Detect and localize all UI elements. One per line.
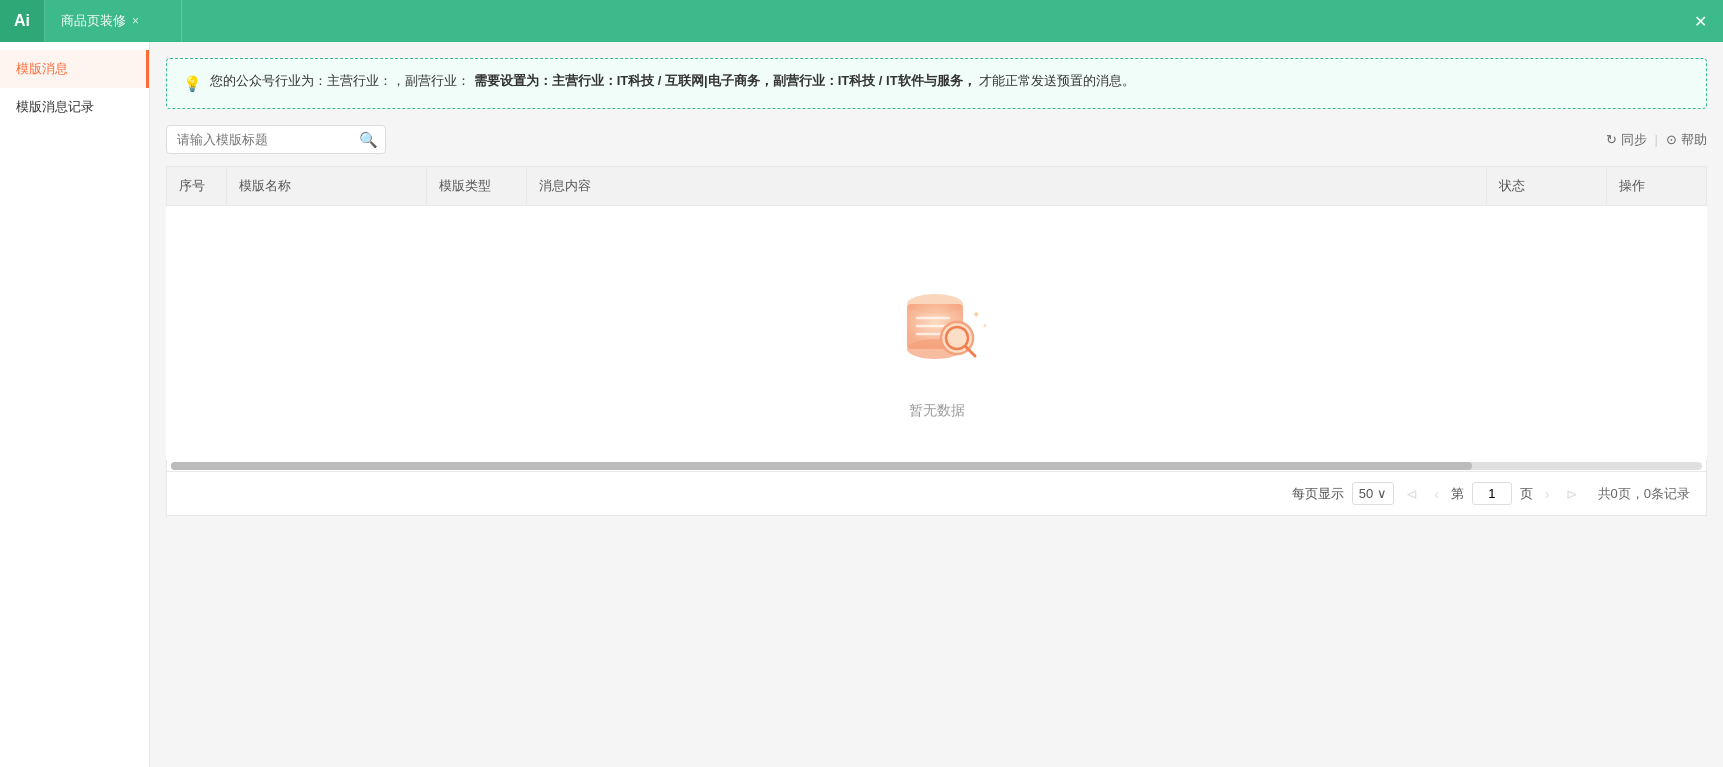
help-label: 帮助 [1681, 131, 1707, 149]
search-input[interactable] [166, 125, 386, 154]
last-page-button[interactable]: ⊳ [1562, 484, 1582, 504]
search-right: ↻ 同步 | ⊙ 帮助 [1606, 131, 1707, 149]
tab-product[interactable]: 商品页装修 × [45, 0, 182, 42]
search-left: 🔍 [166, 125, 386, 154]
scroll-indicator[interactable] [166, 460, 1707, 472]
notice-highlight: 需要设置为：主营行业：IT科技 / 互联网|电子商务，副营行业：IT科技 / I… [474, 73, 976, 88]
sidebar-item-template-msg-record[interactable]: 模版消息记录 [0, 88, 149, 126]
sync-button[interactable]: ↻ 同步 [1606, 131, 1647, 149]
divider: | [1655, 132, 1658, 147]
notice-prefix: 您的公众号行业为：主营行业：，副营行业： [210, 73, 470, 88]
notice-icon: 💡 [183, 72, 202, 96]
sidebar: 模版消息模版消息记录 [0, 42, 150, 767]
empty-state-row: ✦ ✦ 暂无数据 [167, 206, 1707, 461]
next-page-button[interactable]: › [1541, 484, 1554, 504]
notice-text: 您的公众号行业为：主营行业：，副营行业： 需要设置为：主营行业：IT科技 / 互… [210, 71, 1135, 92]
svg-text:✦: ✦ [982, 322, 988, 329]
col-header-content: 消息内容 [527, 167, 1487, 206]
first-page-button[interactable]: ⊲ [1402, 484, 1422, 504]
notice-suffix: 才能正常发送预置的消息。 [979, 73, 1135, 88]
search-input-wrap: 🔍 [166, 125, 386, 154]
page-size-select[interactable]: 50 ∨ [1352, 482, 1394, 505]
sidebar-item-template-msg[interactable]: 模版消息 [0, 50, 149, 88]
empty-state: ✦ ✦ 暂无数据 [167, 206, 1707, 460]
help-icon: ⊙ [1666, 132, 1677, 147]
help-button[interactable]: ⊙ 帮助 [1666, 131, 1707, 149]
page-label: 第 [1451, 485, 1464, 503]
page-unit-label: 页 [1520, 485, 1533, 503]
pagination: 每页显示 50 ∨ ⊲ ‹ 第 页 › ⊳ 共0页，0条记录 [166, 472, 1707, 516]
main-layout: 模版消息模版消息记录 💡 您的公众号行业为：主营行业：，副营行业： 需要设置为：… [0, 42, 1723, 767]
table-header-row: 序号模版名称模版类型消息内容状态操作 [167, 167, 1707, 206]
table-body: ✦ ✦ 暂无数据 [167, 206, 1707, 461]
content-area: 💡 您的公众号行业为：主营行业：，副营行业： 需要设置为：主营行业：IT科技 /… [150, 42, 1723, 767]
notice-box: 💡 您的公众号行业为：主营行业：，副营行业： 需要设置为：主营行业：IT科技 /… [166, 58, 1707, 109]
col-header-action: 操作 [1607, 167, 1707, 206]
col-header-type: 模版类型 [427, 167, 527, 206]
tab-close-product[interactable]: × [132, 14, 139, 28]
sync-label: 同步 [1621, 131, 1647, 149]
sync-icon: ↻ [1606, 132, 1617, 147]
svg-text:✦: ✦ [972, 309, 980, 320]
prev-page-button[interactable]: ‹ [1430, 484, 1443, 504]
chevron-down-icon: ∨ [1377, 486, 1387, 501]
tab-bar: Ai 首页微商城店铺设置×商品分类设置×首页装修×商品页装修×店铺主题×开通公众… [0, 0, 1723, 42]
scroll-thumb [171, 462, 1472, 470]
empty-illustration: ✦ ✦ [877, 266, 997, 386]
tabs-container: 首页微商城店铺设置×商品分类设置×首页装修×商品页装修×店铺主题×开通公众号商城… [45, 0, 182, 42]
sidebar-items-container: 模版消息模版消息记录 [0, 50, 149, 126]
scroll-track [171, 462, 1702, 470]
tab-label-product: 商品页装修 [61, 12, 126, 30]
window-close-button[interactable]: ✕ [1678, 12, 1723, 31]
current-page-input[interactable] [1472, 482, 1512, 505]
col-header-name: 模版名称 [227, 167, 427, 206]
data-table: 序号模版名称模版类型消息内容状态操作 [166, 166, 1707, 460]
page-size-label: 每页显示 [1292, 485, 1344, 503]
search-bar: 🔍 ↻ 同步 | ⊙ 帮助 [166, 125, 1707, 154]
page-size-value: 50 [1359, 486, 1373, 501]
app-logo: Ai [0, 0, 45, 42]
total-info: 共0页，0条记录 [1598, 485, 1690, 503]
col-header-status: 状态 [1487, 167, 1607, 206]
search-button[interactable]: 🔍 [359, 131, 378, 149]
empty-text: 暂无数据 [909, 402, 965, 420]
col-header-index: 序号 [167, 167, 227, 206]
